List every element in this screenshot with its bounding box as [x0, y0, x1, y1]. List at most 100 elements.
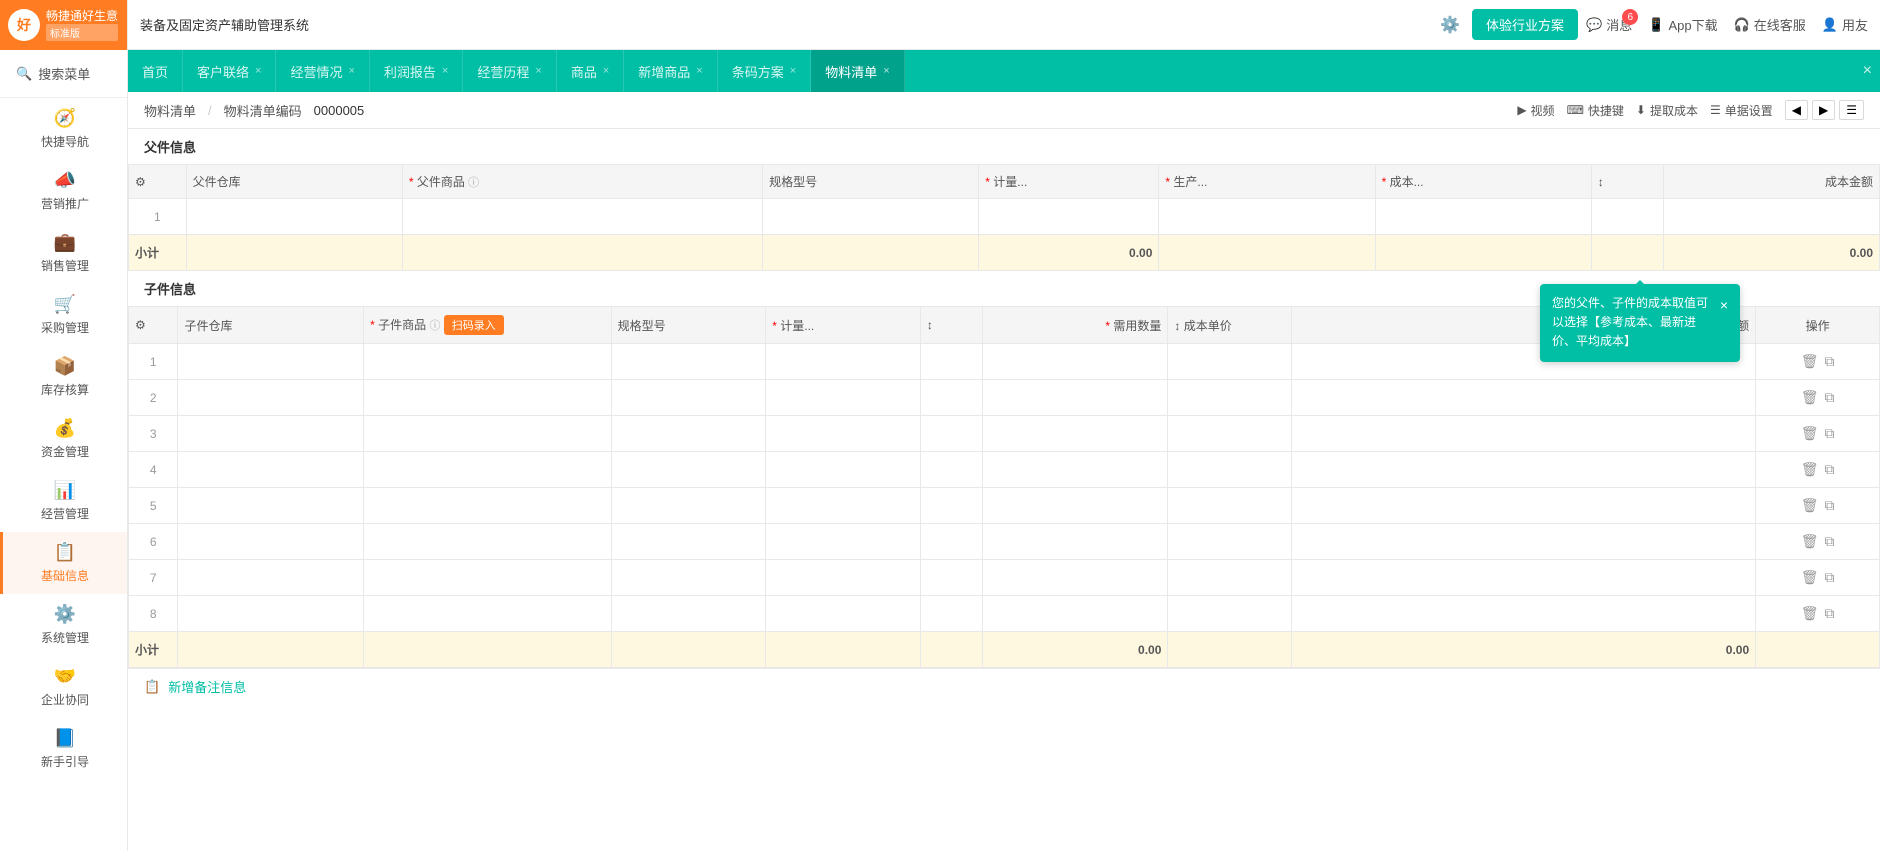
child-row-5-qty[interactable]	[982, 488, 1168, 524]
child-row-1-copy-icon[interactable]: ⧉	[1824, 353, 1834, 370]
child-row-2-qty[interactable]	[982, 380, 1168, 416]
child-row-7-copy-icon[interactable]: ⧉	[1824, 569, 1834, 586]
child-row-5-copy-icon[interactable]: ⧉	[1824, 497, 1834, 514]
search-menu-button[interactable]: 🔍 搜索菜单	[8, 58, 119, 89]
child-row-1-warehouse[interactable]	[178, 344, 364, 380]
message-button[interactable]: 💬 6 消息	[1586, 15, 1632, 34]
tab-profit[interactable]: 利润报告 ×	[370, 50, 463, 92]
online-service-button[interactable]: 🎧 在线客服	[1734, 15, 1806, 34]
child-row-6-copy-icon[interactable]: ⧉	[1824, 533, 1834, 550]
child-row-8-delete-icon[interactable]: 🗑	[1801, 605, 1819, 622]
parent-goods-info-icon[interactable]: ⓘ	[468, 177, 479, 189]
sidebar-item-inventory[interactable]: 📦 库存核算	[0, 346, 127, 408]
user-button[interactable]: 👤 用友	[1822, 15, 1868, 34]
tabs-close-all[interactable]: ×	[1855, 62, 1880, 80]
breadcrumb-main[interactable]: 物料清单	[144, 101, 196, 120]
sidebar-item-quick-nav[interactable]: 🧭 快捷导航	[0, 98, 127, 160]
child-row-4-unit-cost[interactable]	[1168, 452, 1292, 488]
child-row-8-warehouse[interactable]	[178, 596, 364, 632]
tab-home[interactable]: 首页	[128, 50, 183, 92]
sidebar-item-guide[interactable]: 📘 新手引导	[0, 718, 127, 780]
tab-operations-close[interactable]: ×	[348, 65, 354, 77]
child-row-3-copy-icon[interactable]: ⧉	[1824, 425, 1834, 442]
tab-history[interactable]: 经营历程 ×	[463, 50, 556, 92]
parent-row-1-goods[interactable]	[402, 199, 762, 235]
next-page-button[interactable]: ▶	[1812, 100, 1835, 120]
child-row-7-spec[interactable]	[611, 560, 766, 596]
tab-customer-close[interactable]: ×	[255, 65, 261, 77]
child-row-8-goods[interactable]	[364, 596, 611, 632]
add-note-label[interactable]: 新增备注信息	[168, 677, 246, 696]
child-row-1-unit[interactable]	[766, 344, 921, 380]
parent-row-1-cost[interactable]	[1375, 199, 1591, 235]
settings-gear-button[interactable]: ⚙️	[1436, 11, 1464, 39]
shortcut-button[interactable]: ⌨ 快捷键	[1567, 102, 1624, 119]
child-row-5-goods[interactable]	[364, 488, 611, 524]
child-row-3-warehouse[interactable]	[178, 416, 364, 452]
tab-bom-close[interactable]: ×	[883, 65, 889, 77]
child-row-7-delete-icon[interactable]: 🗑	[1801, 569, 1819, 586]
child-row-3-qty[interactable]	[982, 416, 1168, 452]
child-row-4-qty[interactable]	[982, 452, 1168, 488]
sidebar-item-marketing[interactable]: 📣 营销推广	[0, 160, 127, 222]
child-row-5-unit-cost[interactable]	[1168, 488, 1292, 524]
trial-button[interactable]: 体验行业方案	[1472, 9, 1578, 40]
child-row-8-unit[interactable]	[766, 596, 921, 632]
single-settings-button[interactable]: ☰ 单据设置	[1710, 102, 1773, 119]
child-row-1-delete-icon[interactable]: 🗑	[1801, 353, 1819, 370]
parent-row-1-unit[interactable]	[979, 199, 1159, 235]
child-row-4-copy-icon[interactable]: ⧉	[1824, 461, 1834, 478]
child-row-3-unit-cost[interactable]	[1168, 416, 1292, 452]
child-row-3-unit[interactable]	[766, 416, 921, 452]
tab-goods-close[interactable]: ×	[603, 65, 609, 77]
tab-operations[interactable]: 经营情况 ×	[276, 50, 369, 92]
tab-profit-close[interactable]: ×	[442, 65, 448, 77]
tab-new-goods[interactable]: 新增商品 ×	[624, 50, 717, 92]
child-row-2-warehouse[interactable]	[178, 380, 364, 416]
child-row-4-spec[interactable]	[611, 452, 766, 488]
child-row-7-unit-cost[interactable]	[1168, 560, 1292, 596]
child-row-5-delete-icon[interactable]: 🗑	[1801, 497, 1819, 514]
tab-barcode-close[interactable]: ×	[790, 65, 796, 77]
child-row-8-copy-icon[interactable]: ⧉	[1824, 605, 1834, 622]
child-row-3-spec[interactable]	[611, 416, 766, 452]
child-row-2-unit-cost[interactable]	[1168, 380, 1292, 416]
child-row-2-unit[interactable]	[766, 380, 921, 416]
parent-row-1-spec[interactable]	[763, 199, 979, 235]
child-row-4-delete-icon[interactable]: 🗑	[1801, 461, 1819, 478]
view-video-button[interactable]: ▶ 视频	[1517, 102, 1554, 119]
child-row-1-goods[interactable]	[364, 344, 611, 380]
child-row-5-unit[interactable]	[766, 488, 921, 524]
child-row-2-spec[interactable]	[611, 380, 766, 416]
child-row-7-qty[interactable]	[982, 560, 1168, 596]
child-row-6-spec[interactable]	[611, 524, 766, 560]
child-row-3-goods[interactable]	[364, 416, 611, 452]
child-row-7-warehouse[interactable]	[178, 560, 364, 596]
child-row-3-delete-icon[interactable]: 🗑	[1801, 425, 1819, 442]
child-row-6-qty[interactable]	[982, 524, 1168, 560]
sidebar-item-system[interactable]: ⚙️ 系统管理	[0, 594, 127, 656]
child-row-4-unit[interactable]	[766, 452, 921, 488]
child-row-4-warehouse[interactable]	[178, 452, 364, 488]
child-row-7-goods[interactable]	[364, 560, 611, 596]
child-row-1-unit-cost[interactable]	[1168, 344, 1292, 380]
child-row-6-delete-icon[interactable]: 🗑	[1801, 533, 1819, 550]
app-download-button[interactable]: 📱 App下载	[1648, 15, 1717, 34]
sidebar-item-basic-info[interactable]: 📋 基础信息	[0, 532, 127, 594]
child-row-1-qty[interactable]	[982, 344, 1168, 380]
scan-input-button[interactable]: 扫码录入	[444, 315, 504, 335]
extract-cost-button[interactable]: ⬇ 提取成本	[1636, 102, 1698, 119]
child-row-6-warehouse[interactable]	[178, 524, 364, 560]
list-view-button[interactable]: ☰	[1839, 100, 1864, 120]
child-row-1-spec[interactable]	[611, 344, 766, 380]
sidebar-item-sales[interactable]: 💼 销售管理	[0, 222, 127, 284]
prev-page-button[interactable]: ◀	[1785, 100, 1808, 120]
sidebar-item-operations[interactable]: 📊 经营管理	[0, 470, 127, 532]
child-row-6-unit[interactable]	[766, 524, 921, 560]
tab-history-close[interactable]: ×	[535, 65, 541, 77]
tab-bom[interactable]: 物料清单 ×	[811, 50, 904, 92]
child-row-5-warehouse[interactable]	[178, 488, 364, 524]
sidebar-item-finance[interactable]: 💰 资金管理	[0, 408, 127, 470]
tab-goods[interactable]: 商品 ×	[557, 50, 624, 92]
child-goods-info-icon[interactable]: ⓘ	[429, 320, 440, 332]
